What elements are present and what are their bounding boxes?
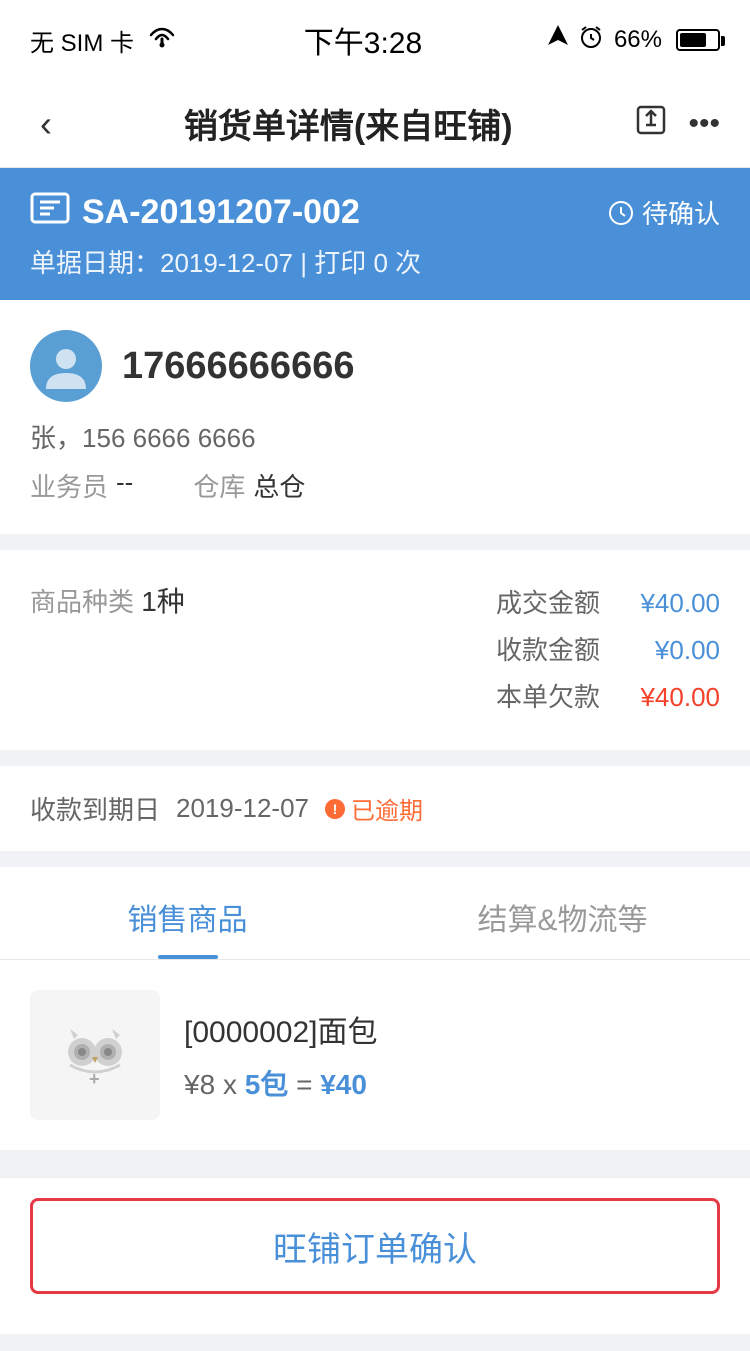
nav-bar: ‹ 销货单详情(来自旺铺) •••	[0, 80, 750, 168]
product-total: ¥40	[320, 1069, 367, 1100]
due-date-card: 收款到期日 2019-12-07 ! 已逾期	[0, 766, 750, 851]
bottom-button-wrap: 旺铺订单确认	[0, 1175, 750, 1334]
product-price: ¥8 x 5包 = ¥40	[184, 1063, 720, 1103]
amount-row-1: 成交金额 ¥40.00	[496, 580, 720, 627]
tab-bar: 销售商品 结算&物流等	[0, 867, 750, 960]
customer-card: 17666666666 张，156 6666 6666 业务员 -- 仓库 总仓	[0, 300, 750, 534]
status-bar: 无 SIM 卡 下午3:28 66%	[0, 0, 750, 80]
summary-left: 商品种类 1种	[30, 580, 185, 620]
confirm-button[interactable]: 旺铺订单确认	[30, 1198, 720, 1294]
more-button[interactable]: •••	[688, 107, 720, 141]
product-quantity: 5包	[245, 1069, 289, 1100]
tab-products[interactable]: 销售商品	[0, 867, 375, 959]
page-title: 销货单详情(来自旺铺)	[184, 99, 513, 148]
overdue-icon: !	[325, 799, 345, 819]
overdue-text: 已逾期	[351, 791, 423, 826]
customer-phone[interactable]: 17666666666	[122, 345, 354, 388]
alarm-icon	[578, 24, 604, 57]
customer-row: 17666666666	[30, 330, 720, 402]
customer-detail: 张，156 6666 6666	[30, 418, 720, 455]
order-status: 待确认	[608, 194, 720, 231]
svg-text:+: +	[89, 1069, 100, 1087]
overdue-badge: ! 已逾期	[325, 791, 423, 826]
warehouse: 仓库 总仓	[193, 467, 305, 504]
order-date-row: 单据日期：2019-12-07 | 打印 0 次	[30, 243, 720, 280]
battery-icon	[676, 29, 720, 51]
customer-meta: 业务员 -- 仓库 总仓	[30, 467, 720, 504]
order-id-row: SA-20191207-002 待确认	[30, 192, 720, 233]
nav-actions: •••	[634, 103, 720, 145]
status-right: 66%	[548, 24, 720, 57]
amount-row-3: 本单欠款 ¥40.00	[496, 674, 720, 721]
order-id: SA-20191207-002	[30, 192, 360, 233]
tab-settlement[interactable]: 结算&物流等	[375, 867, 750, 959]
due-date-label: 收款到期日	[30, 790, 160, 827]
amount-row-2: 收款金额 ¥0.00	[496, 627, 720, 674]
wifi-icon	[146, 25, 178, 56]
summary-row: 商品种类 1种 成交金额 ¥40.00 收款金额 ¥0.00 本单欠款 ¥40.…	[30, 580, 720, 720]
carrier-label: 无 SIM 卡	[30, 23, 134, 58]
product-list: + [0000002]面包 ¥8 x 5包 = ¥40	[0, 960, 750, 1151]
product-thumbnail: +	[30, 990, 160, 1120]
order-header: SA-20191207-002 待确认 单据日期：2019-12-07 | 打印…	[0, 168, 750, 300]
sales-rep: 业务员 --	[30, 467, 133, 504]
avatar	[30, 330, 102, 402]
battery-level: 66%	[614, 26, 662, 54]
product-info: [0000002]面包 ¥8 x 5包 = ¥40	[184, 1007, 720, 1103]
share-button[interactable]	[634, 103, 668, 145]
summary-card: 商品种类 1种 成交金额 ¥40.00 收款金额 ¥0.00 本单欠款 ¥40.…	[0, 550, 750, 750]
tab-underline	[158, 955, 218, 959]
due-date-value: 2019-12-07	[176, 793, 309, 824]
order-icon	[30, 192, 70, 233]
back-button[interactable]: ‹	[30, 93, 62, 155]
status-time: 下午3:28	[304, 18, 422, 62]
product-name: [0000002]面包	[184, 1007, 720, 1051]
product-logo: +	[50, 1017, 140, 1094]
table-row[interactable]: + [0000002]面包 ¥8 x 5包 = ¥40	[0, 960, 750, 1151]
location-icon	[548, 25, 568, 56]
status-left: 无 SIM 卡	[30, 23, 178, 58]
summary-right: 成交金额 ¥40.00 收款金额 ¥0.00 本单欠款 ¥40.00	[496, 580, 720, 720]
